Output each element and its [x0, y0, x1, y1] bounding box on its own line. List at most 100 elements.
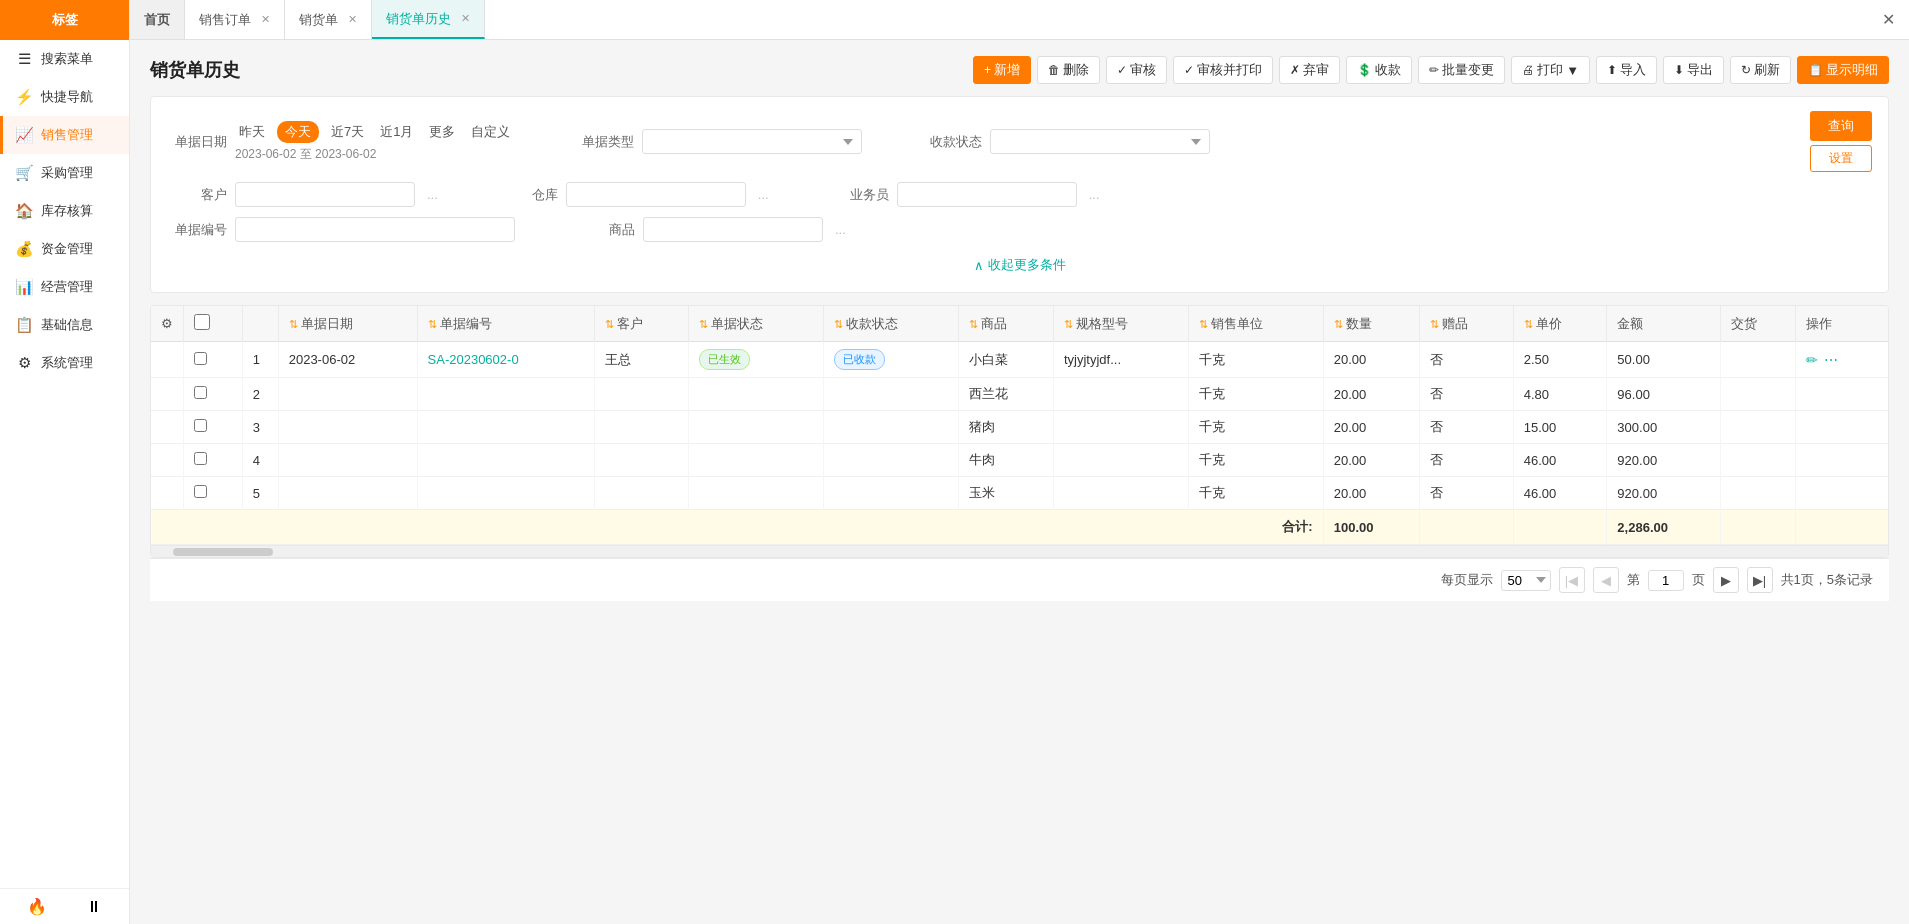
warehouse-label: 仓库 [498, 186, 558, 204]
date-tab-yesterday[interactable]: 昨天 [235, 121, 269, 143]
export-button[interactable]: ⬇ 导出 [1663, 56, 1724, 84]
sidebar-item-system-mgmt[interactable]: ⚙ 系统管理 [0, 344, 129, 382]
doc-no-column-header[interactable]: ⇅单据编号 [417, 306, 595, 342]
date-tab-more[interactable]: 更多 [425, 121, 459, 143]
scrollbar-thumb[interactable] [173, 548, 273, 556]
row-checkbox[interactable] [194, 485, 207, 498]
edit-action-button[interactable]: ✏ [1806, 352, 1818, 368]
warehouse-dots[interactable]: ... [758, 187, 769, 202]
doc-date-column-header[interactable]: ⇅单据日期 [278, 306, 417, 342]
per-page-select[interactable]: 50 20 100 [1501, 570, 1551, 591]
close-sales-order-tab[interactable]: ✕ [261, 13, 270, 26]
sidebar-item-label: 经营管理 [41, 278, 93, 296]
batch-change-button[interactable]: ✏ 批量变更 [1418, 56, 1505, 84]
abandon-button[interactable]: ✗ 弃审 [1279, 56, 1340, 84]
customer-column-header[interactable]: ⇅客户 [595, 306, 689, 342]
goods-column-header[interactable]: ⇅商品 [958, 306, 1053, 342]
payment-status-select[interactable] [990, 129, 1210, 154]
doc-no-input[interactable] [235, 217, 515, 242]
collect-button[interactable]: 💲 收款 [1346, 56, 1412, 84]
sidebar-item-finance-mgmt[interactable]: 💰 资金管理 [0, 230, 129, 268]
qty-column-header[interactable]: ⇅数量 [1323, 306, 1419, 342]
customer-dots[interactable]: ... [427, 187, 438, 202]
spec-column-header[interactable]: ⇅规格型号 [1053, 306, 1188, 342]
last-page-button[interactable]: ▶| [1747, 567, 1773, 593]
warehouse-input[interactable] [566, 182, 746, 207]
select-all-checkbox[interactable] [194, 314, 210, 330]
sidebar-item-quick-nav[interactable]: ⚡ 快捷导航 [0, 78, 129, 116]
query-button[interactable]: 查询 [1810, 111, 1872, 141]
checkbox-cell[interactable] [184, 444, 243, 477]
date-tab-7days[interactable]: 近7天 [327, 121, 368, 143]
page-content: 销货单历史 + 新增 🗑 删除 ✓ 审核 ✓ 审核并打印 [130, 40, 1909, 924]
table-scrollbar[interactable] [151, 545, 1888, 557]
close-sales-goods-tab[interactable]: ✕ [348, 13, 357, 26]
print-button[interactable]: 🖨 打印 ▼ [1511, 56, 1590, 84]
row-checkbox[interactable] [194, 386, 207, 399]
row-checkbox[interactable] [194, 352, 207, 365]
doc-no-link[interactable]: SA-20230602-0 [428, 352, 519, 367]
new-button[interactable]: + 新增 [973, 56, 1031, 84]
doc-type-select[interactable] [642, 129, 862, 154]
delete-button[interactable]: 🗑 删除 [1037, 56, 1100, 84]
sidebar-item-ops-mgmt[interactable]: 📊 经营管理 [0, 268, 129, 306]
checkbox-column-header[interactable] [184, 306, 243, 342]
date-tab-1month[interactable]: 近1月 [376, 121, 417, 143]
summary-total-amount: 2,286.00 [1607, 510, 1721, 545]
goods-dots[interactable]: ... [835, 222, 846, 237]
tab-sales-goods-history[interactable]: 销货单历史 ✕ [372, 0, 485, 39]
date-filter-group: 单据日期 昨天 今天 近7天 近1月 更多 自定义 2023-06-02 至 2… [167, 121, 514, 163]
page-number-input[interactable] [1648, 570, 1684, 591]
prev-page-button[interactable]: ◀ [1593, 567, 1619, 593]
sidebar-item-purchase-mgmt[interactable]: 🛒 采购管理 [0, 154, 129, 192]
transaction-cell [1720, 342, 1795, 378]
pause-icon[interactable]: ⏸ [86, 898, 102, 916]
collapse-button[interactable]: ∧ 收起更多条件 [167, 252, 1872, 278]
audit-print-button[interactable]: ✓ 审核并打印 [1173, 56, 1273, 84]
tab-sales-order[interactable]: 销售订单 ✕ [185, 0, 285, 39]
import-button[interactable]: ⬆ 导入 [1596, 56, 1657, 84]
salesperson-dots[interactable]: ... [1089, 187, 1100, 202]
checkbox-cell[interactable] [184, 477, 243, 510]
sidebar-item-search-menu[interactable]: ☰ 搜索菜单 [0, 40, 129, 78]
tab-home[interactable]: 首页 [130, 0, 185, 39]
unit-column-header[interactable]: ⇅销售单位 [1188, 306, 1323, 342]
doc-date-cell [278, 477, 417, 510]
sidebar-item-inventory-calc[interactable]: 🏠 库存核算 [0, 192, 129, 230]
more-action-button[interactable]: ⋯ [1824, 352, 1838, 368]
sidebar-item-label: 基础信息 [41, 316, 93, 334]
sidebar-item-basic-info[interactable]: 📋 基础信息 [0, 306, 129, 344]
checkbox-cell[interactable] [184, 411, 243, 444]
row-checkbox[interactable] [194, 419, 207, 432]
doc-no-cell[interactable] [417, 444, 595, 477]
sidebar-item-sales-mgmt[interactable]: 📈 销售管理 [0, 116, 129, 154]
fire-icon[interactable]: 🔥 [27, 897, 47, 916]
checkbox-cell[interactable] [184, 342, 243, 378]
close-all-tabs-button[interactable]: ✕ [1868, 10, 1909, 29]
gear-column-header[interactable]: ⚙ [151, 306, 184, 342]
settings-button[interactable]: 设置 [1810, 145, 1872, 172]
payment-status-column-header[interactable]: ⇅收款状态 [823, 306, 958, 342]
customer-filter-group: 客户 ... [167, 182, 438, 207]
refresh-button[interactable]: ↻ 刷新 [1730, 56, 1791, 84]
customer-input[interactable] [235, 182, 415, 207]
audit-button[interactable]: ✓ 审核 [1106, 56, 1167, 84]
date-tab-custom[interactable]: 自定义 [467, 121, 514, 143]
goods-input[interactable] [643, 217, 823, 242]
doc-status-column-header[interactable]: ⇅单据状态 [689, 306, 824, 342]
row-checkbox[interactable] [194, 452, 207, 465]
gift-column-header[interactable]: ⇅赠品 [1420, 306, 1514, 342]
date-tab-today[interactable]: 今天 [277, 121, 319, 143]
tab-sales-goods[interactable]: 销货单 ✕ [285, 0, 372, 39]
first-page-button[interactable]: |◀ [1559, 567, 1585, 593]
show-detail-button[interactable]: 📋 显示明细 [1797, 56, 1889, 84]
doc-no-cell[interactable] [417, 411, 595, 444]
price-column-header[interactable]: ⇅单价 [1513, 306, 1607, 342]
doc-no-cell[interactable]: SA-20230602-0 [417, 342, 595, 378]
next-page-button[interactable]: ▶ [1713, 567, 1739, 593]
doc-no-cell[interactable] [417, 477, 595, 510]
doc-no-cell[interactable] [417, 378, 595, 411]
salesperson-input[interactable] [897, 182, 1077, 207]
checkbox-cell[interactable] [184, 378, 243, 411]
close-history-tab[interactable]: ✕ [461, 12, 470, 25]
